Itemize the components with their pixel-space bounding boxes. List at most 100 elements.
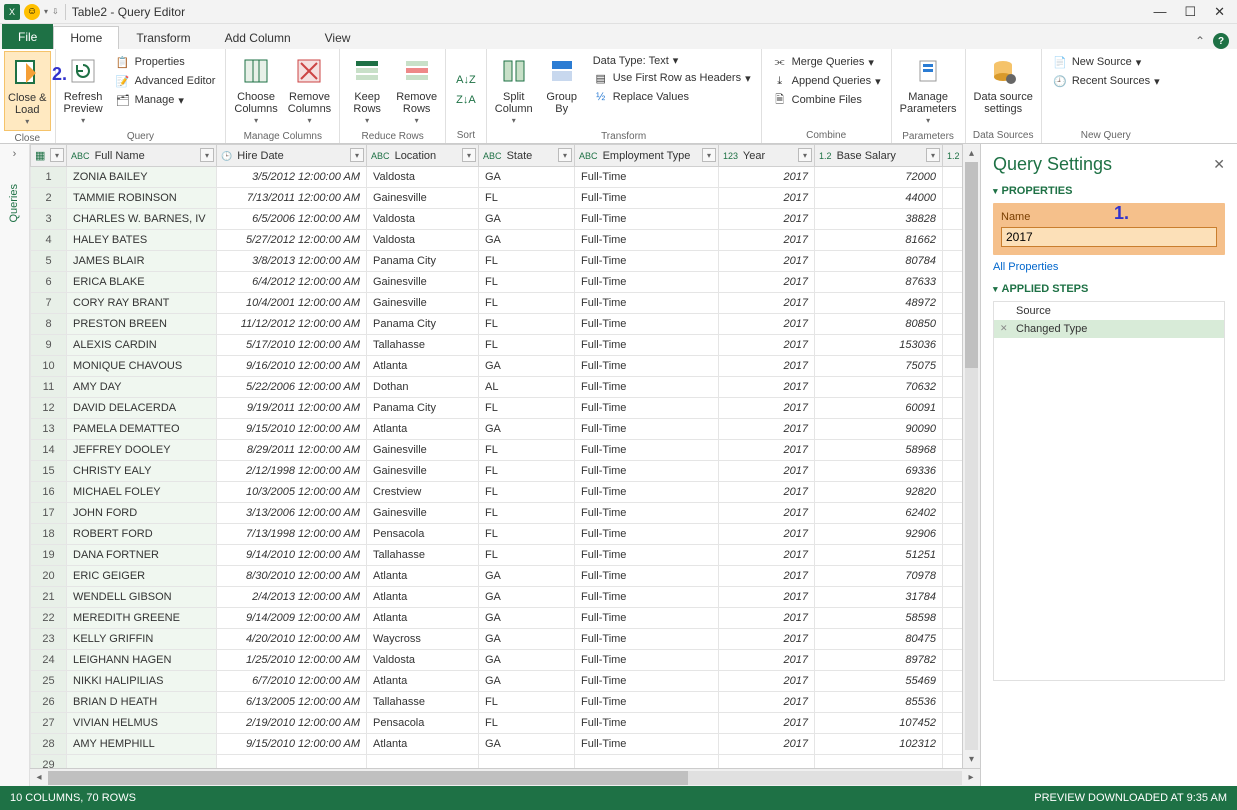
- all-properties-link[interactable]: All Properties: [993, 261, 1225, 273]
- table-row[interactable]: 16MICHAEL FOLEY10/3/2005 12:00:00 AMCres…: [31, 482, 963, 503]
- append-queries-button[interactable]: ⤓Append Queries ▾: [770, 72, 883, 90]
- scroll-left-icon[interactable]: ◂: [30, 772, 48, 783]
- table-row[interactable]: 5JAMES BLAIR3/8/2013 12:00:00 AMPanama C…: [31, 251, 963, 272]
- column-header[interactable]: ABC Full Name▾: [67, 145, 217, 167]
- table-row[interactable]: 11AMY DAY5/22/2006 12:00:00 AMDothanALFu…: [31, 377, 963, 398]
- properties-button[interactable]: 📋Properties: [113, 53, 218, 71]
- data-type-button[interactable]: Data Type: Text ▾: [591, 53, 753, 68]
- filter-icon[interactable]: ▾: [926, 148, 940, 162]
- choose-columns-button[interactable]: Choose Columns▾: [230, 51, 281, 129]
- table-row[interactable]: 23KELLY GRIFFIN4/20/2010 12:00:00 AMWayc…: [31, 629, 963, 650]
- filter-icon[interactable]: ▾: [200, 148, 214, 162]
- smiley-icon[interactable]: ☺: [24, 4, 40, 20]
- query-name-input[interactable]: [1001, 227, 1217, 247]
- group-by-button[interactable]: Group By: [539, 51, 585, 129]
- select-all-header[interactable]: ▦▾: [31, 145, 67, 167]
- table-row[interactable]: 7CORY RAY BRANT10/4/2001 12:00:00 AMGain…: [31, 293, 963, 314]
- tab-home[interactable]: Home: [53, 26, 119, 49]
- scroll-down-icon[interactable]: ▾: [963, 750, 980, 768]
- keep-rows-button[interactable]: Keep Rows▾: [344, 51, 390, 129]
- table-row[interactable]: 2TAMMIE ROBINSON7/13/2011 12:00:00 AMGai…: [31, 188, 963, 209]
- vertical-scrollbar[interactable]: ▴ ▾: [962, 144, 980, 768]
- replace-values-button[interactable]: ½Replace Values: [591, 88, 753, 106]
- filter-icon[interactable]: ▾: [702, 148, 716, 162]
- step-changed-type[interactable]: Changed Type: [994, 320, 1224, 338]
- table-row[interactable]: 9ALEXIS CARDIN5/17/2010 12:00:00 AMTalla…: [31, 335, 963, 356]
- column-header[interactable]: ABC Location▾: [367, 145, 479, 167]
- table-row[interactable]: 3CHARLES W. BARNES, IV6/5/2006 12:00:00 …: [31, 209, 963, 230]
- sort-desc-button[interactable]: Z↓A: [454, 93, 478, 107]
- tab-file[interactable]: File: [2, 24, 53, 49]
- table-row[interactable]: 20ERIC GEIGER8/30/2010 12:00:00 AMAtlant…: [31, 566, 963, 587]
- advanced-editor-button[interactable]: 📝Advanced Editor: [113, 72, 218, 90]
- table-row[interactable]: 28AMY HEMPHILL9/15/2010 12:00:00 AMAtlan…: [31, 734, 963, 755]
- table-row[interactable]: 4HALEY BATES5/27/2012 12:00:00 AMValdost…: [31, 230, 963, 251]
- table-row[interactable]: 25NIKKI HALIPILIAS6/7/2010 12:00:00 AMAt…: [31, 671, 963, 692]
- minimize-icon[interactable]: —: [1153, 4, 1166, 20]
- filter-icon[interactable]: ▾: [350, 148, 364, 162]
- group-label-data-sources: Data Sources: [970, 128, 1037, 143]
- group-label-manage-columns: Manage Columns: [230, 129, 335, 144]
- table-row[interactable]: 10MONIQUE CHAVOUS9/16/2010 12:00:00 AMAt…: [31, 356, 963, 377]
- table-row[interactable]: 22MEREDITH GREENE9/14/2009 12:00:00 AMAt…: [31, 608, 963, 629]
- combine-files-button[interactable]: 🗎Combine Files: [770, 91, 883, 109]
- help-icon[interactable]: ?: [1213, 33, 1229, 49]
- table-row[interactable]: 17JOHN FORD3/13/2006 12:00:00 AMGainesvi…: [31, 503, 963, 524]
- filter-icon[interactable]: ▾: [462, 148, 476, 162]
- properties-section-header[interactable]: PROPERTIES: [993, 185, 1225, 197]
- column-header[interactable]: ABC Employment Type▾: [575, 145, 719, 167]
- close-icon[interactable]: ✕: [1214, 4, 1225, 20]
- close-and-load-button[interactable]: Close & Load▾: [4, 51, 51, 131]
- table-row[interactable]: 24LEIGHANN HAGEN1/25/2010 12:00:00 AMVal…: [31, 650, 963, 671]
- column-header[interactable]: 🕒 Hire Date▾: [217, 145, 367, 167]
- column-header[interactable]: ABC State▾: [479, 145, 575, 167]
- collapse-ribbon-icon[interactable]: ⌃: [1195, 34, 1205, 48]
- table-row[interactable]: 14JEFFREY DOOLEY8/29/2011 12:00:00 AMGai…: [31, 440, 963, 461]
- qat-dropdown-icon[interactable]: ▾: [44, 7, 48, 16]
- recent-sources-button[interactable]: 🕘Recent Sources ▾: [1050, 72, 1162, 90]
- remove-rows-button[interactable]: Remove Rows▾: [392, 51, 441, 129]
- filter-icon[interactable]: ▾: [558, 148, 572, 162]
- step-source[interactable]: Source: [994, 302, 1224, 320]
- close-settings-icon[interactable]: ✕: [1213, 156, 1225, 173]
- filter-icon[interactable]: ▾: [798, 148, 812, 162]
- expand-queries-icon[interactable]: ›: [0, 144, 29, 164]
- tab-transform[interactable]: Transform: [119, 26, 207, 49]
- column-header[interactable]: 1.2 Base Salary▾: [815, 145, 943, 167]
- manage-parameters-button[interactable]: Manage Parameters▾: [896, 51, 961, 129]
- table-row[interactable]: 1ZONIA BAILEY3/5/2012 12:00:00 AMValdost…: [31, 167, 963, 188]
- table-row[interactable]: 27VIVIAN HELMUS2/19/2010 12:00:00 AMPens…: [31, 713, 963, 734]
- refresh-preview-button[interactable]: Refresh Preview▾: [60, 51, 107, 129]
- qat-customize-icon[interactable]: ⇩: [52, 7, 59, 16]
- queries-rail-label[interactable]: Queries: [8, 184, 20, 223]
- tab-add-column[interactable]: Add Column: [208, 26, 308, 49]
- table-row[interactable]: 15CHRISTY EALY2/12/1998 12:00:00 AMGaine…: [31, 461, 963, 482]
- table-row[interactable]: 13PAMELA DEMATTEO9/15/2010 12:00:00 AMAt…: [31, 419, 963, 440]
- group-label-reduce-rows: Reduce Rows: [344, 129, 441, 144]
- horizontal-scrollbar[interactable]: ◂ ▸: [30, 768, 980, 786]
- applied-steps-header[interactable]: APPLIED STEPS: [993, 283, 1225, 295]
- table-row[interactable]: 19DANA FORTNER9/14/2010 12:00:00 AMTalla…: [31, 545, 963, 566]
- data-grid[interactable]: ▦▾ABC Full Name▾🕒 Hire Date▾ABC Location…: [30, 144, 962, 768]
- new-source-button[interactable]: 📄New Source ▾: [1050, 53, 1162, 71]
- table-row[interactable]: 18ROBERT FORD7/13/1998 12:00:00 AMPensac…: [31, 524, 963, 545]
- column-header-partial[interactable]: 1.2: [943, 145, 963, 167]
- first-row-headers-button[interactable]: ▤Use First Row as Headers ▾: [591, 69, 753, 87]
- table-row[interactable]: 21WENDELL GIBSON2/4/2013 12:00:00 AMAtla…: [31, 587, 963, 608]
- scroll-right-icon[interactable]: ▸: [962, 772, 980, 783]
- column-header[interactable]: 123 Year▾: [719, 145, 815, 167]
- split-column-button[interactable]: Split Column▾: [491, 51, 537, 129]
- scroll-up-icon[interactable]: ▴: [963, 144, 980, 162]
- merge-queries-button[interactable]: ⫘Merge Queries ▾: [770, 53, 883, 71]
- table-row[interactable]: 6ERICA BLAKE6/4/2012 12:00:00 AMGainesvi…: [31, 272, 963, 293]
- remove-columns-button[interactable]: Remove Columns▾: [284, 51, 335, 129]
- table-row[interactable]: 29: [31, 755, 963, 769]
- manage-button[interactable]: 🗂Manage ▾: [113, 91, 218, 109]
- table-row[interactable]: 26BRIAN D HEATH6/13/2005 12:00:00 AMTall…: [31, 692, 963, 713]
- tab-view[interactable]: View: [308, 26, 368, 49]
- sort-asc-button[interactable]: A↓Z: [454, 73, 478, 87]
- maximize-icon[interactable]: ☐: [1184, 4, 1196, 20]
- table-row[interactable]: 12DAVID DELACERDA9/19/2011 12:00:00 AMPa…: [31, 398, 963, 419]
- table-row[interactable]: 8PRESTON BREEN11/12/2012 12:00:00 AMPana…: [31, 314, 963, 335]
- data-source-settings-button[interactable]: Data source settings: [970, 51, 1037, 128]
